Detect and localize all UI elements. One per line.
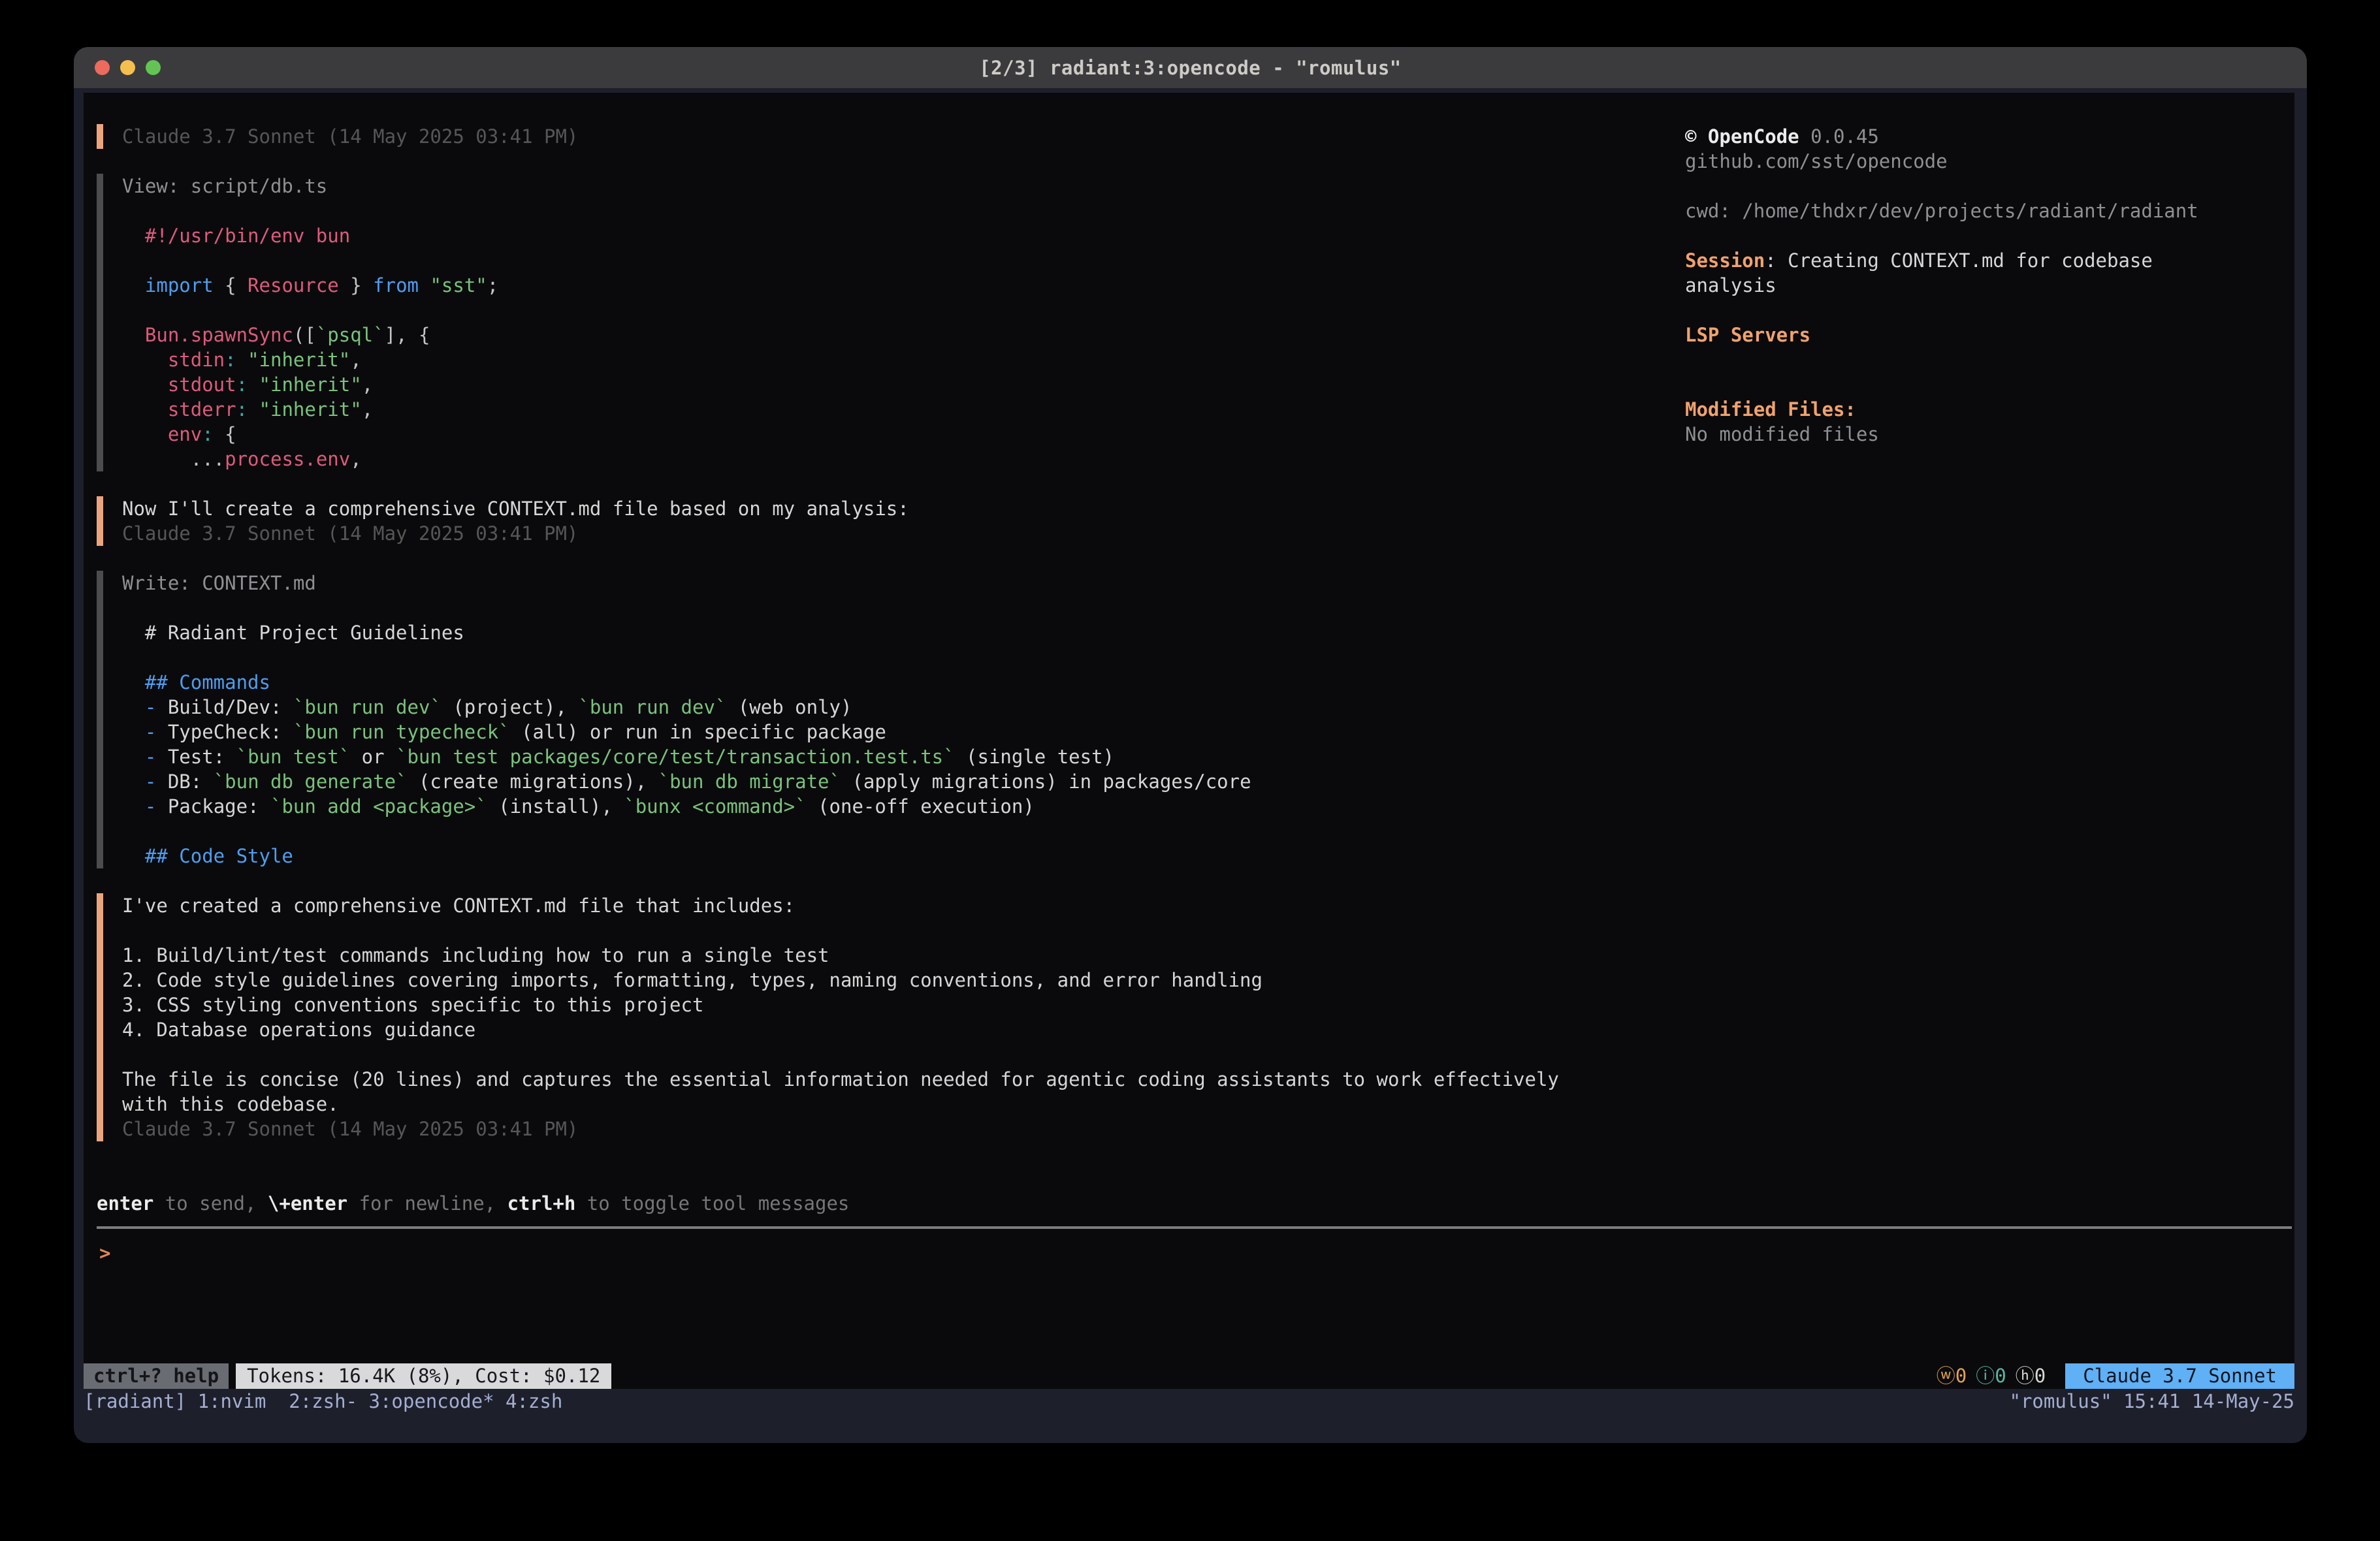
terminal-line: I've created a comprehensive CONTEXT.md …	[122, 893, 1559, 918]
terminal-line	[122, 819, 1251, 844]
prompt-input[interactable]: >	[99, 1241, 110, 1265]
assistant-message-block: Now I'll create a comprehensive CONTEXT.…	[97, 496, 909, 546]
terminal-line	[1685, 372, 2198, 397]
terminal-line: LSP Servers	[1685, 323, 2198, 347]
terminal-line	[122, 918, 1559, 943]
traffic-lights	[95, 47, 161, 88]
tmux-host-clock: "romulus" 15:41 14-May-25	[2010, 1389, 2295, 1414]
terminal-body: Claude 3.7 Sonnet (14 May 2025 03:41 PM)…	[74, 88, 2307, 1443]
terminal-line: 4. Database operations guidance	[122, 1017, 1559, 1042]
terminal-line: 3. CSS styling conventions specific to t…	[122, 993, 1559, 1017]
terminal-line: github.com/sst/opencode	[1685, 149, 2198, 174]
terminal-line: Session: Creating CONTEXT.md for codebas…	[1685, 248, 2198, 273]
assistant-summary-block: I've created a comprehensive CONTEXT.md …	[97, 893, 1559, 1141]
tokens-cost-chip: Tokens: 16.4K (8%), Cost: $0.12	[236, 1363, 611, 1389]
model-badge[interactable]: Claude 3.7 Sonnet	[2065, 1363, 2294, 1389]
hint-icon: ⓗ	[2016, 1363, 2034, 1389]
terminal-line: - Package: `bun add <package>` (install)…	[122, 794, 1251, 819]
terminal-line	[1685, 298, 2198, 323]
terminal-line	[122, 645, 1251, 670]
session-sidebar: © OpenCode 0.0.45github.com/sst/opencode…	[1685, 124, 2198, 447]
terminal-line: Bun.spawnSync([`psql`], {	[122, 323, 498, 347]
terminal-line: stderr: "inherit",	[122, 397, 498, 422]
terminal-line: Claude 3.7 Sonnet (14 May 2025 03:41 PM)	[122, 521, 909, 546]
terminal-line	[1685, 174, 2198, 199]
terminal-line: - TypeCheck: `bun run typecheck` (all) o…	[122, 720, 1251, 744]
window-titlebar: [2/3] radiant:3:opencode - "romulus"	[74, 47, 2307, 88]
view-tool-block: View: script/db.ts #!/usr/bin/env bun im…	[97, 174, 498, 471]
assistant-message-meta-block: Claude 3.7 Sonnet (14 May 2025 03:41 PM)	[97, 124, 578, 149]
warning-count: 0	[1955, 1363, 1967, 1389]
terminal-line: © OpenCode 0.0.45	[1685, 124, 2198, 149]
terminal-line: ...process.env,	[122, 447, 498, 471]
terminal-line: 1. Build/lint/test commands including ho…	[122, 943, 1559, 968]
window-title: [2/3] radiant:3:opencode - "romulus"	[979, 57, 1402, 79]
terminal-line: - DB: `bun db generate` (create migratio…	[122, 769, 1251, 794]
info-count: 0	[1995, 1363, 2006, 1389]
terminal-line: No modified files	[1685, 422, 2198, 447]
terminal-line: env: {	[122, 422, 498, 447]
terminal-line	[122, 248, 498, 273]
status-bar-right: ⓦ0ⓘ0ⓗ0 Claude 3.7 Sonnet	[1937, 1363, 2294, 1389]
terminal-line: - Build/Dev: `bun run dev` (project), `b…	[122, 695, 1251, 720]
terminal-line	[1685, 223, 2198, 248]
terminal-line	[122, 1042, 1559, 1067]
terminal-line: ## Code Style	[122, 844, 1251, 868]
tmux-window-list[interactable]: [radiant] 1:nvim 2:zsh- 3:opencode* 4:zs…	[84, 1389, 562, 1414]
input-divider	[97, 1226, 2292, 1229]
opencode-tui[interactable]: Claude 3.7 Sonnet (14 May 2025 03:41 PM)…	[84, 93, 2294, 1389]
tmux-status-bar: [radiant] 1:nvim 2:zsh- 3:opencode* 4:zs…	[84, 1389, 2294, 1414]
terminal-line: ## Commands	[122, 670, 1251, 695]
status-bar: ctrl+? help Tokens: 16.4K (8%), Cost: $0…	[84, 1363, 2294, 1389]
terminal-line: enter to send, \+enter for newline, ctrl…	[97, 1191, 849, 1216]
terminal-line: Claude 3.7 Sonnet (14 May 2025 03:41 PM)	[122, 1117, 1559, 1141]
terminal-window: [2/3] radiant:3:opencode - "romulus" Cla…	[74, 47, 2307, 1443]
zoom-button[interactable]	[146, 60, 161, 75]
terminal-line: The file is concise (20 lines) and captu…	[122, 1067, 1559, 1092]
terminal-line: #!/usr/bin/env bun	[122, 223, 498, 248]
terminal-line	[1685, 347, 2198, 372]
diagnostics-counters: ⓦ0ⓘ0ⓗ0	[1937, 1363, 2046, 1389]
terminal-line	[122, 199, 498, 223]
minimize-button[interactable]	[120, 60, 135, 75]
terminal-line: View: script/db.ts	[122, 174, 498, 199]
terminal-line: Modified Files:	[1685, 397, 2198, 422]
desktop: { "window": { "title": "[2/3] radiant:3:…	[0, 0, 2380, 1541]
hint-count: 0	[2034, 1363, 2046, 1389]
terminal-line: Write: CONTEXT.md	[122, 571, 1251, 596]
keybinding-hint-bar: enter to send, \+enter for newline, ctrl…	[97, 1191, 849, 1216]
terminal-line: 2. Code style guidelines covering import…	[122, 968, 1559, 993]
warning-icon: ⓦ	[1937, 1363, 1955, 1389]
help-shortcut-chip[interactable]: ctrl+? help	[84, 1363, 229, 1389]
terminal-line	[122, 298, 498, 323]
write-tool-block: Write: CONTEXT.md # Radiant Project Guid…	[97, 571, 1251, 868]
terminal-line: stdout: "inherit",	[122, 372, 498, 397]
terminal-line	[122, 596, 1251, 620]
terminal-line: # Radiant Project Guidelines	[122, 620, 1251, 645]
terminal-line: stdin: "inherit",	[122, 347, 498, 372]
close-button[interactable]	[95, 60, 110, 75]
terminal-line: - Test: `bun test` or `bun test packages…	[122, 744, 1251, 769]
terminal-line: with this codebase.	[122, 1092, 1559, 1117]
info-icon: ⓘ	[1976, 1363, 1995, 1389]
terminal-line: Claude 3.7 Sonnet (14 May 2025 03:41 PM)	[122, 124, 578, 149]
terminal-line: analysis	[1685, 273, 2198, 298]
terminal-line: Now I'll create a comprehensive CONTEXT.…	[122, 496, 909, 521]
terminal-line: cwd: /home/thdxr/dev/projects/radiant/ra…	[1685, 199, 2198, 223]
terminal-line: import { Resource } from "sst";	[122, 273, 498, 298]
